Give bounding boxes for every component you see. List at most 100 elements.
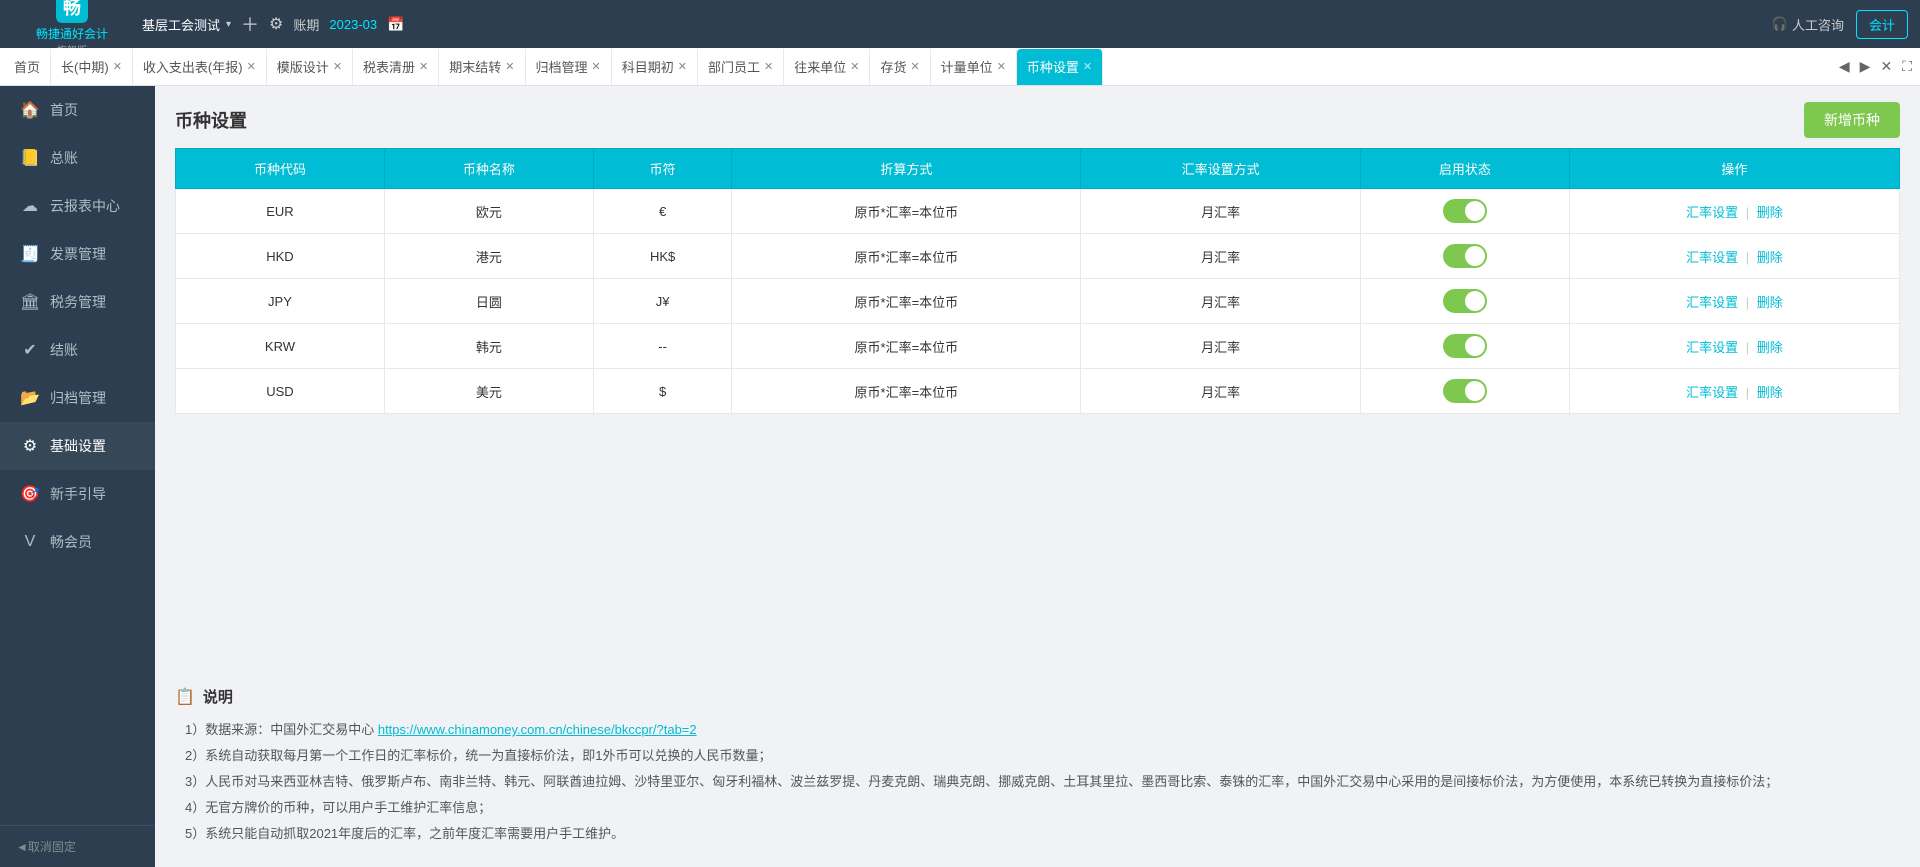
sidebar-item-ledger[interactable]: 📒 总账	[0, 134, 155, 182]
cell-action: 汇率设置 | 删除	[1569, 234, 1899, 279]
settings-icon[interactable]: ⚙	[269, 14, 283, 34]
tab-prev-button[interactable]: ◀	[1835, 58, 1854, 75]
sidebar-item-home[interactable]: 🏠 首页	[0, 86, 155, 134]
rate-setting-link[interactable]: 汇率设置	[1686, 295, 1738, 310]
calendar-icon[interactable]: 📅	[387, 16, 404, 33]
note-item: 5）系统只能自动抓取2021年度后的汇率，之前年度汇率需要用户手工维护。	[185, 821, 1900, 847]
tab-label: 科目期初	[622, 57, 674, 76]
sidebar-item-invoice[interactable]: 🧾 发票管理	[0, 230, 155, 278]
sidebar-item-member[interactable]: V 畅会员	[0, 518, 155, 566]
tab-bar: 首页 长(中期) ✕ 收入支出表(年报) ✕ 模版设计 ✕ 税表清册 ✕ 期末结…	[0, 48, 1920, 86]
tab-currency[interactable]: 币种设置 ✕	[1017, 49, 1103, 85]
rate-setting-link[interactable]: 汇率设置	[1686, 385, 1738, 400]
sidebar-item-archive[interactable]: 📂 归档管理	[0, 374, 155, 422]
delete-link[interactable]: 删除	[1757, 340, 1783, 355]
col-status: 启用状态	[1360, 149, 1569, 189]
close-icon[interactable]: ✕	[678, 60, 687, 73]
close-icon[interactable]: ✕	[850, 60, 859, 73]
rate-setting-link[interactable]: 汇率设置	[1686, 205, 1738, 220]
close-icon[interactable]: ✕	[505, 60, 514, 73]
project-name: 基层工会测试	[142, 15, 220, 34]
tab-annual-report[interactable]: 收入支出表(年报) ✕	[133, 49, 267, 85]
enable-toggle[interactable]	[1443, 199, 1487, 223]
member-icon: V	[20, 533, 40, 551]
cell-rate-type: 月汇率	[1081, 234, 1361, 279]
enable-toggle[interactable]	[1443, 379, 1487, 403]
cell-status	[1360, 279, 1569, 324]
enable-toggle[interactable]	[1443, 244, 1487, 268]
sidebar-item-report[interactable]: ☁ 云报表中心	[0, 182, 155, 230]
note-item: 3）人民币对马来西亚林吉特、俄罗斯卢布、南非兰特、韩元、阿联酋迪拉姆、沙特里亚尔…	[185, 769, 1900, 795]
sidebar-item-tax[interactable]: 🏛 税务管理	[0, 278, 155, 326]
cell-name: 美元	[384, 369, 593, 414]
content-area: 币种设置 新增币种 币种代码 币种名称 币符 折算方式 汇率设置方式 启用状态 …	[155, 86, 1920, 867]
close-icon[interactable]: ✕	[1083, 60, 1092, 73]
sidebar: 🏠 首页 📒 总账 ☁ 云报表中心 🧾 发票管理 🏛 税务管理 ✔ 结账 📂 归…	[0, 86, 155, 867]
new-currency-button[interactable]: 新增币种	[1804, 102, 1900, 138]
ledger-icon: 📒	[20, 148, 40, 168]
sidebar-item-close[interactable]: ✔ 结账	[0, 326, 155, 374]
cell-status	[1360, 369, 1569, 414]
gear-icon: ⚙	[20, 436, 40, 456]
top-bar: 畅 畅捷通好会计 旗舰版 基层工会测试 ▾ ＋ ⚙ 账期 2023-03 📅 🎧…	[0, 0, 1920, 48]
tab-archive[interactable]: 归档管理 ✕	[526, 49, 612, 85]
tab-medium-period[interactable]: 长(中期) ✕	[51, 49, 133, 85]
tab-home[interactable]: 首页	[4, 49, 51, 85]
close-icon[interactable]: ✕	[333, 60, 342, 73]
delete-link[interactable]: 删除	[1757, 250, 1783, 265]
close-icon[interactable]: ✕	[592, 60, 601, 73]
cell-rate-type: 月汇率	[1081, 369, 1361, 414]
delete-link[interactable]: 删除	[1757, 205, 1783, 220]
period-label: 账期	[293, 15, 319, 34]
rate-setting-link[interactable]: 汇率设置	[1686, 250, 1738, 265]
col-method: 折算方式	[732, 149, 1081, 189]
add-tab-button[interactable]: ＋	[241, 11, 259, 37]
tab-department[interactable]: 部门员工 ✕	[698, 49, 784, 85]
project-selector[interactable]: 基层工会测试 ▾	[142, 15, 231, 34]
sidebar-pin-button[interactable]: ◄取消固定	[0, 825, 155, 867]
tab-unit[interactable]: 计量单位 ✕	[931, 49, 1017, 85]
sidebar-item-guide[interactable]: 🎯 新手引导	[0, 470, 155, 518]
cell-rate-type: 月汇率	[1081, 324, 1361, 369]
sidebar-item-label: 云报表中心	[50, 196, 120, 216]
table-row: HKD 港元 HK$ 原币*汇率=本位币 月汇率 汇率设置 | 删除	[176, 234, 1900, 279]
invoice-icon: 🧾	[20, 244, 40, 264]
logo-icon: 畅	[56, 0, 88, 23]
close-icon[interactable]: ✕	[910, 60, 919, 73]
close-icon[interactable]: ✕	[113, 60, 122, 73]
tab-partner[interactable]: 往来单位 ✕	[784, 49, 870, 85]
sidebar-item-label: 归档管理	[50, 388, 106, 408]
tab-label: 部门员工	[708, 57, 760, 76]
tab-period-close[interactable]: 期末结转 ✕	[439, 49, 525, 85]
close-icon[interactable]: ✕	[419, 60, 428, 73]
cell-symbol: HK$	[593, 234, 731, 279]
tab-inventory[interactable]: 存货 ✕	[870, 49, 930, 85]
tab-maximize-button[interactable]: ⛶	[1898, 58, 1916, 75]
tab-tax-list[interactable]: 税表清册 ✕	[353, 49, 439, 85]
check-icon: ✔	[20, 340, 40, 360]
tab-next-button[interactable]: ▶	[1856, 58, 1875, 75]
tab-subject-init[interactable]: 科目期初 ✕	[612, 49, 698, 85]
close-icon[interactable]: ✕	[764, 60, 773, 73]
close-icon[interactable]: ✕	[997, 60, 1006, 73]
customer-service-button[interactable]: 🎧 人工咨询	[1772, 15, 1844, 34]
note-link[interactable]: https://www.chinamoney.com.cn/chinese/bk…	[378, 722, 697, 737]
tab-bar-controls: ◀ ▶ ✕ ⛶	[1835, 58, 1916, 75]
close-icon[interactable]: ✕	[247, 60, 256, 73]
cell-symbol: --	[593, 324, 731, 369]
cell-method: 原币*汇率=本位币	[732, 369, 1081, 414]
rate-setting-link[interactable]: 汇率设置	[1686, 340, 1738, 355]
delete-link[interactable]: 删除	[1757, 295, 1783, 310]
enable-toggle[interactable]	[1443, 289, 1487, 313]
cell-name: 欧元	[384, 189, 593, 234]
tab-template[interactable]: 模版设计 ✕	[267, 49, 353, 85]
table-row: KRW 韩元 -- 原币*汇率=本位币 月汇率 汇率设置 | 删除	[176, 324, 1900, 369]
delete-link[interactable]: 删除	[1757, 385, 1783, 400]
tab-close-all-button[interactable]: ✕	[1876, 58, 1896, 75]
cell-code: EUR	[176, 189, 385, 234]
sidebar-item-settings[interactable]: ⚙ 基础设置	[0, 422, 155, 470]
cloud-icon: ☁	[20, 196, 40, 216]
cell-action: 汇率设置 | 删除	[1569, 324, 1899, 369]
enable-toggle[interactable]	[1443, 334, 1487, 358]
account-button[interactable]: 会计	[1856, 10, 1908, 39]
